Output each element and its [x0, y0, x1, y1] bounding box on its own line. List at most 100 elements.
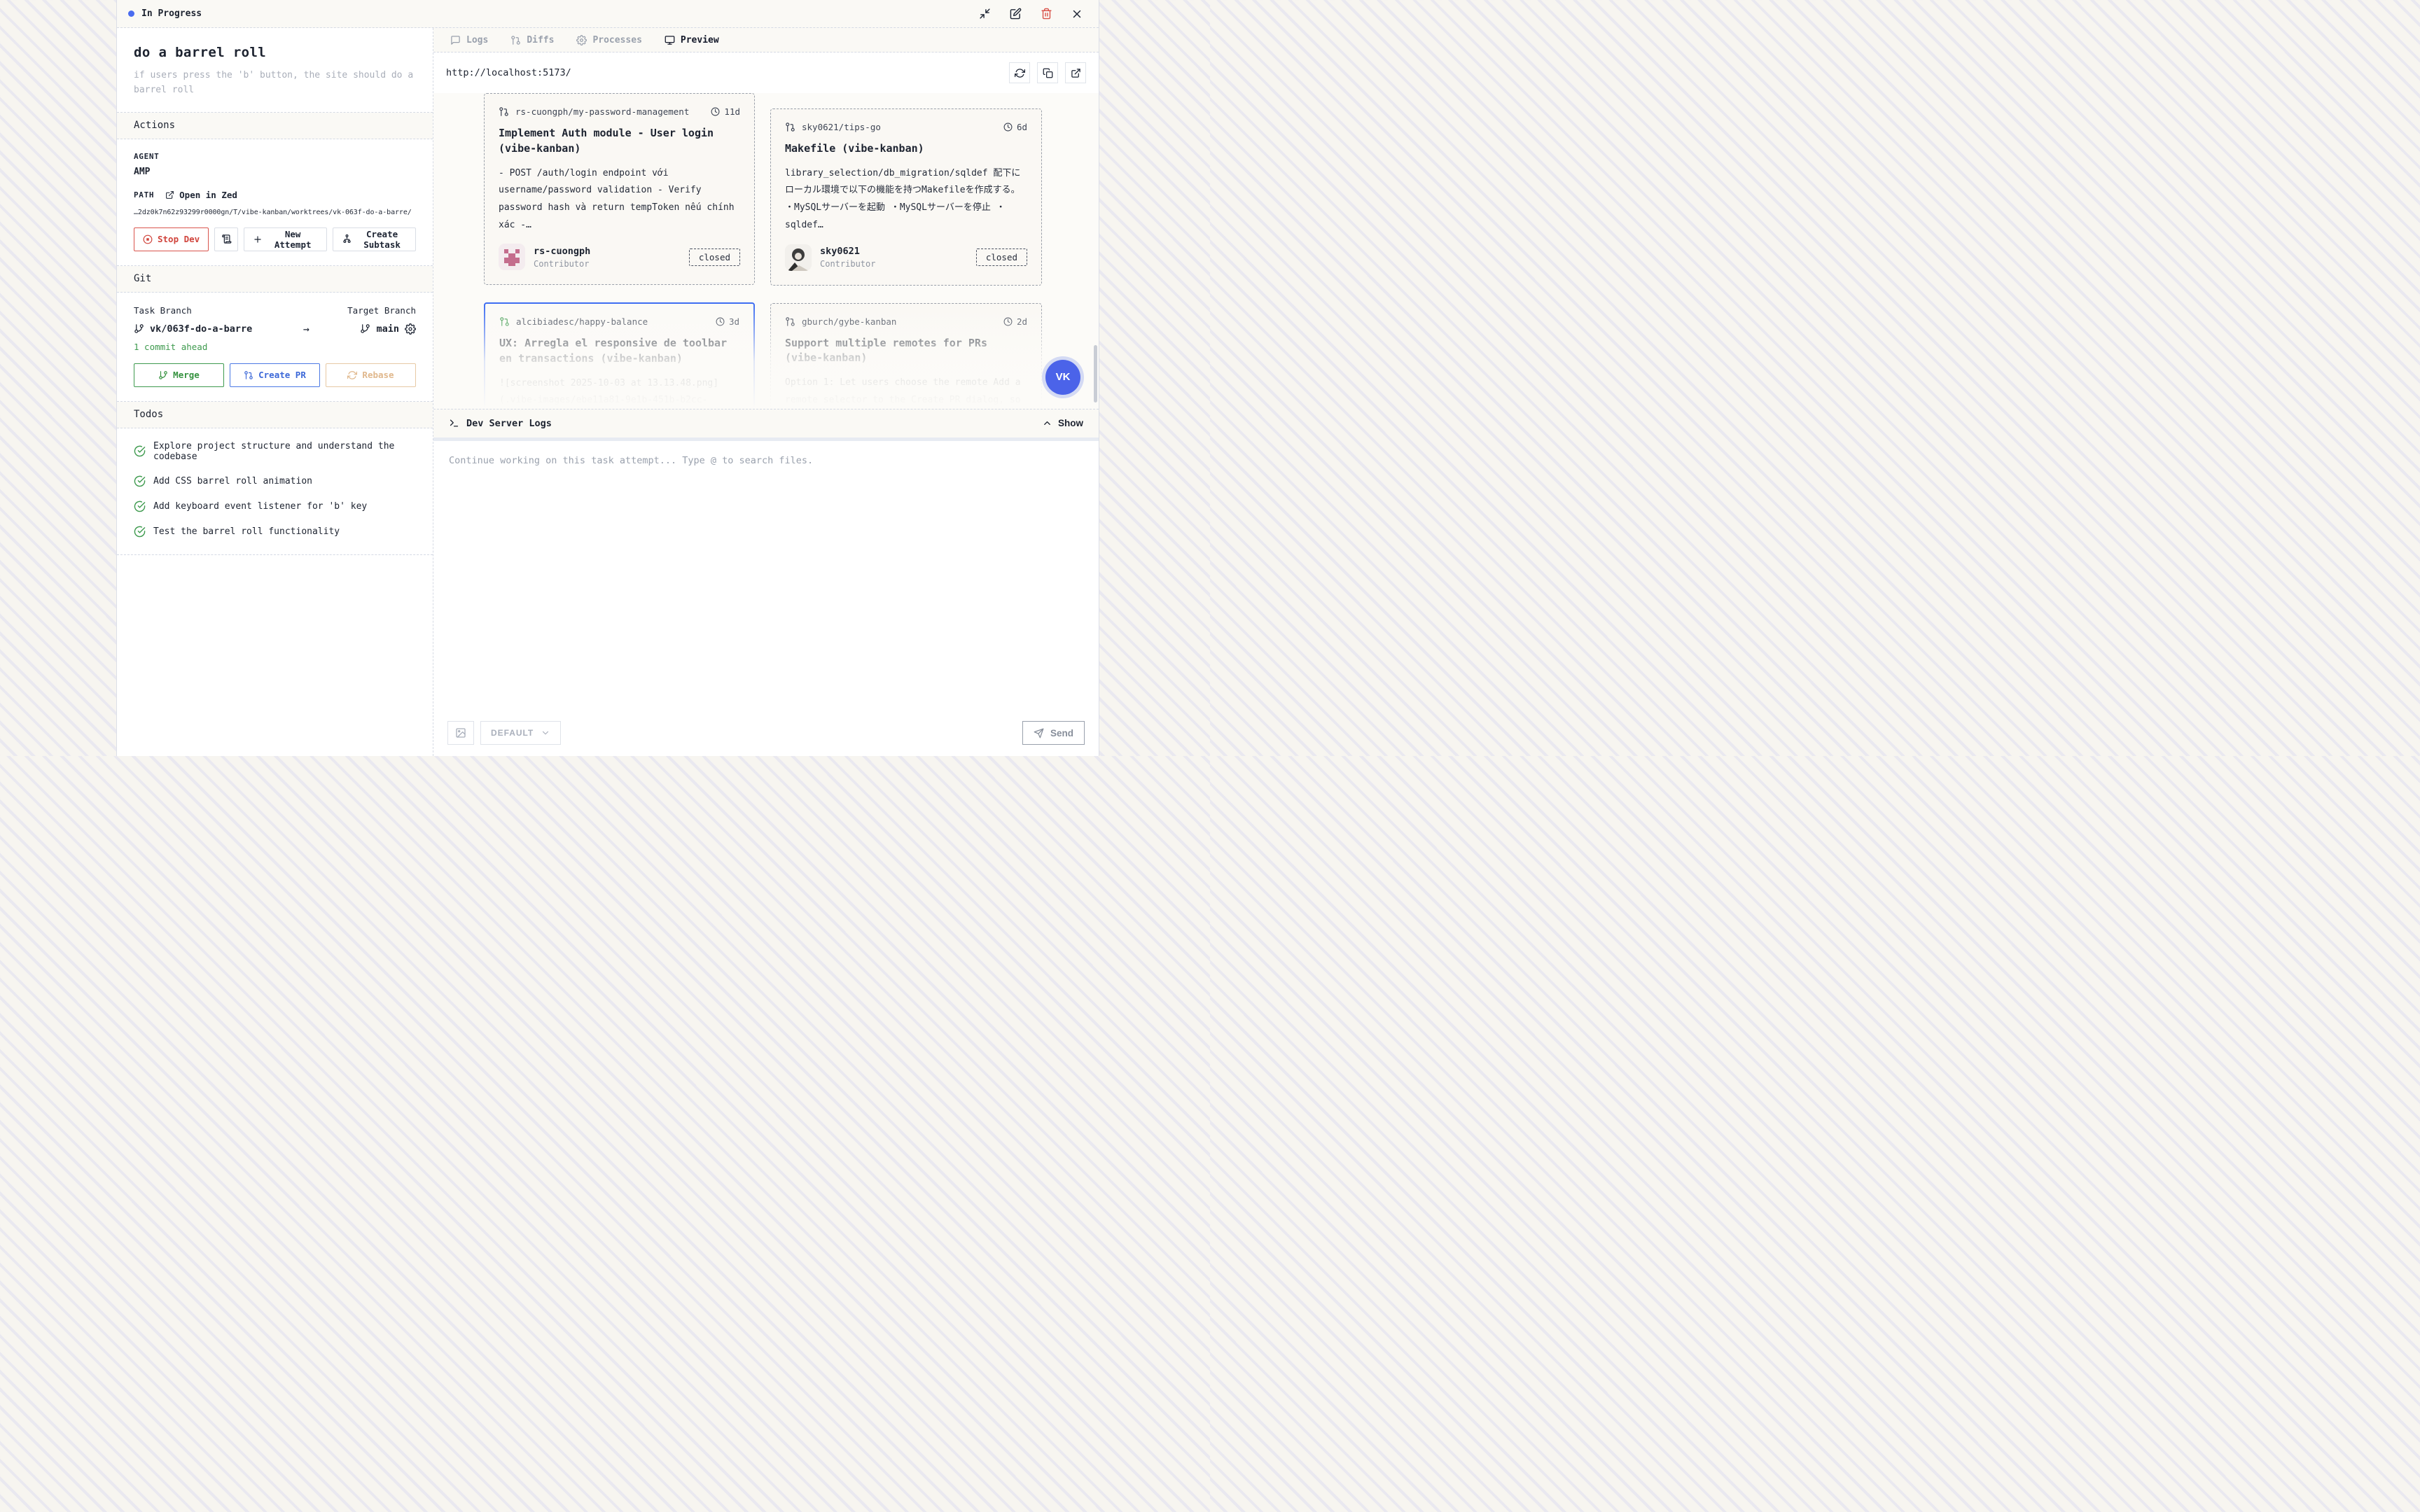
variant-dropdown[interactable]: DEFAULT	[480, 721, 562, 745]
clock-icon	[716, 317, 725, 326]
chevron-up-icon	[1042, 418, 1052, 428]
tab-preview[interactable]: Preview	[665, 35, 719, 46]
header-actions	[978, 8, 1083, 20]
new-attempt-button[interactable]: New Attempt	[244, 227, 328, 251]
open-external-icon	[1071, 68, 1081, 78]
message-input[interactable]	[433, 440, 1099, 721]
stop-circle-icon	[143, 234, 153, 244]
card-footer: rs-cuongph Contributor closed	[499, 244, 740, 271]
minimize-icon[interactable]	[978, 8, 991, 20]
url-input[interactable]	[446, 67, 1002, 78]
attach-image-button[interactable]	[447, 721, 474, 745]
task-branch-label: Task Branch	[134, 304, 192, 316]
trash-icon[interactable]	[1040, 8, 1052, 20]
vk-avatar[interactable]: VK	[1045, 359, 1080, 395]
status-badge: closed	[688, 248, 740, 266]
card-title: Support multiple remotes for PRs (vibe-k…	[785, 336, 987, 365]
refresh-icon	[347, 370, 358, 380]
git-section: Task Branch Target Branch vk/063f-do-a-b…	[117, 292, 433, 402]
actions-section: AGENT AMP PATH Open in Zed …2dz0k7n62z93…	[117, 139, 433, 266]
todo-text: Explore project structure and understand…	[153, 440, 395, 462]
tab-logs[interactable]: Logs	[450, 35, 488, 46]
commit-status: 1 commit ahead	[134, 341, 208, 352]
gear-icon[interactable]	[404, 323, 416, 335]
open-external-button[interactable]	[1065, 62, 1086, 83]
copy-url-button[interactable]	[1037, 62, 1058, 83]
external-link-icon	[165, 190, 174, 200]
edit-icon[interactable]	[1009, 8, 1022, 20]
subtask-icon	[342, 234, 352, 244]
path-label: PATH	[134, 190, 155, 200]
actions-section-heading: Actions	[117, 112, 433, 139]
composer: DEFAULT Send	[433, 440, 1099, 756]
send-icon	[1034, 728, 1044, 738]
send-button[interactable]: Send	[1022, 721, 1085, 745]
todo-text: Add CSS barrel roll animation	[153, 475, 312, 486]
create-subtask-button[interactable]: Create Subtask	[333, 227, 416, 251]
tab-diffs[interactable]: Diffs	[510, 35, 554, 46]
image-icon	[455, 727, 466, 738]
task-sidebar: do a barrel roll if users press the 'b' …	[117, 28, 433, 756]
tab-processes[interactable]: Processes	[576, 34, 642, 46]
git-section-heading: Git	[117, 265, 433, 293]
open-in-zed-link[interactable]: Open in Zed	[165, 190, 237, 200]
pull-request-icon	[499, 316, 510, 327]
pull-request-icon	[499, 106, 509, 117]
card-description: - POST /auth/login endpoint với username…	[499, 167, 735, 230]
rebase-button[interactable]: Rebase	[326, 363, 416, 387]
refresh-button[interactable]	[1009, 62, 1030, 83]
clock-icon	[1003, 317, 1013, 326]
todo-item: Test the barrel roll functionality	[134, 526, 416, 538]
pr-card[interactable]: gburch/gybe-kanban 2d Support multiple r…	[770, 302, 1042, 409]
author-name: rs-cuongph	[534, 245, 591, 257]
task-modal: In Progress do a barrel roll if users pr…	[116, 0, 1099, 756]
worktree-path: …2dz0k7n62z93299r0000gn/T/vibe-kanban/wo…	[134, 208, 412, 216]
card-repo: gburch/gybe-kanban	[802, 316, 897, 327]
create-pr-button[interactable]: Create PR	[230, 363, 320, 387]
avatar	[785, 244, 812, 271]
todo-text: Add keyboard event listener for 'b' key	[153, 500, 368, 512]
todos-section-heading: Todos	[117, 401, 433, 428]
pr-card[interactable]: sky0621/tips-go 6d Makefile (vibe-kanban…	[770, 108, 1042, 286]
merge-button[interactable]: Merge	[134, 363, 224, 387]
git-branch-icon	[158, 370, 168, 380]
task-header: do a barrel roll if users press the 'b' …	[117, 28, 433, 113]
stop-dev-button[interactable]: Stop Dev	[134, 227, 209, 251]
card-repo: alcibiadesc/happy-balance	[516, 316, 648, 328]
card-repo: rs-cuongph/my-password-management	[515, 106, 690, 117]
card-age: 2d	[1016, 316, 1027, 327]
pull-request-icon	[244, 370, 253, 380]
tab-bar: Logs Diffs Processes Preview	[433, 28, 1099, 52]
pr-card[interactable]: alcibiadesc/happy-balance 3d UX: Arregla…	[484, 302, 755, 409]
dev-logs-button[interactable]	[214, 227, 239, 251]
pr-card[interactable]: rs-cuongph/my-password-management 11d Im…	[484, 93, 755, 286]
todo-text: Test the barrel roll functionality	[153, 526, 340, 537]
agent-label: AGENT	[134, 151, 160, 161]
browser-toolbar	[433, 52, 1099, 93]
clock-icon	[711, 107, 720, 116]
todo-item: Add CSS barrel roll animation	[134, 475, 416, 487]
task-branch-chip: vk/063f-do-a-barre	[134, 323, 252, 335]
card-age: 6d	[1016, 122, 1027, 132]
scrollbar-thumb[interactable]	[1094, 345, 1097, 402]
card-repo: sky0621/tips-go	[802, 122, 881, 132]
author-role: Contributor	[820, 259, 876, 269]
close-icon[interactable]	[1071, 8, 1083, 20]
card-title: UX: Arregla el responsive de toolbar en …	[499, 337, 728, 365]
dev-server-logs-bar[interactable]: Dev Server Logs Show	[433, 408, 1099, 438]
show-logs-button[interactable]: Show	[1042, 418, 1083, 428]
dev-logs-label: Dev Server Logs	[466, 417, 552, 429]
preview-viewport: rs-cuongph/my-password-management 11d Im…	[433, 93, 1099, 409]
chevron-down-icon	[541, 728, 550, 738]
check-circle-icon	[134, 500, 146, 512]
copy-icon	[1043, 68, 1053, 78]
pull-request-icon	[785, 122, 795, 132]
pull-request-icon	[785, 316, 795, 327]
gear-icon	[576, 34, 587, 46]
plus-icon	[253, 234, 263, 244]
status-indicator: In Progress	[128, 8, 202, 19]
target-branch-label: Target Branch	[347, 304, 416, 316]
refresh-icon	[1014, 68, 1025, 78]
message-square-icon	[450, 35, 461, 46]
author-name: sky0621	[820, 246, 860, 257]
